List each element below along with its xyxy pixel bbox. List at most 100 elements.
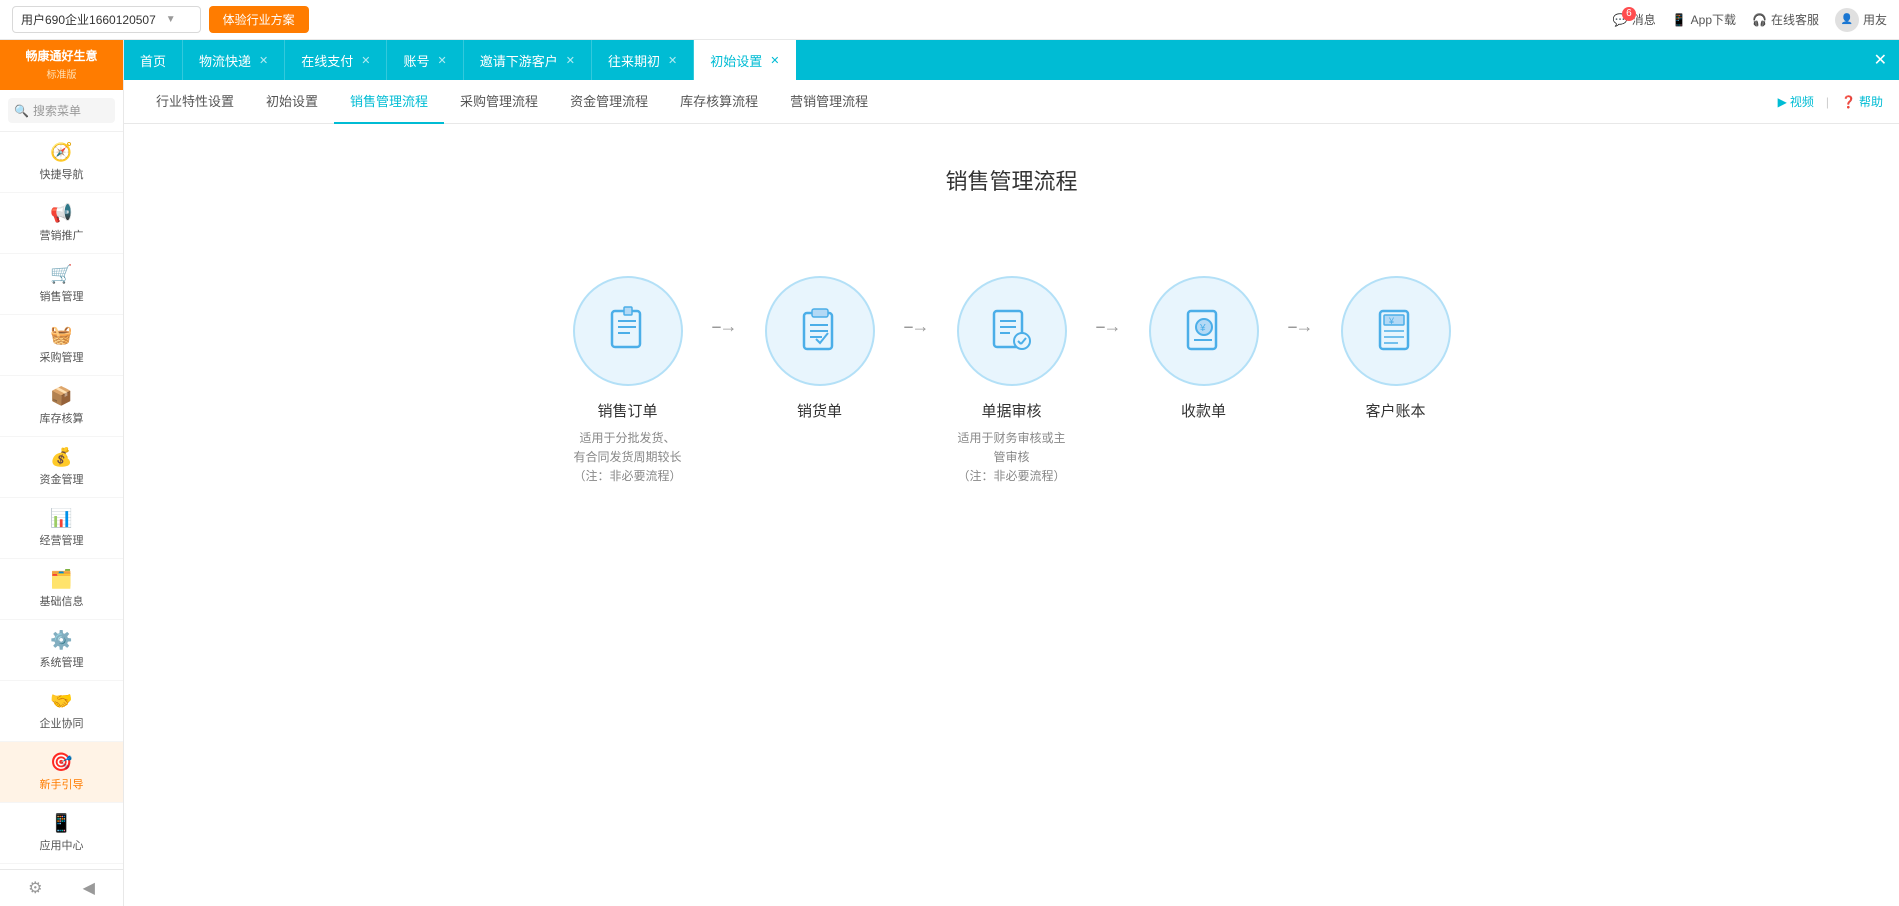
nav-tab-close-period-initial[interactable]: ✕ xyxy=(668,54,677,67)
sub-tab-label-marketing-flow: 营销管理流程 xyxy=(790,94,868,109)
nav-tab-close-online-pay[interactable]: ✕ xyxy=(361,54,370,67)
sidebar-item-inventory[interactable]: 📦 库存核算 xyxy=(0,376,123,437)
nav-tab-label-online-pay: 在线支付 xyxy=(301,51,353,70)
user-avatar-item[interactable]: 👤 用友 xyxy=(1835,8,1887,32)
question-icon: ❓ xyxy=(1841,95,1856,109)
sidebar-item-icon-finance-mgmt: 💰 xyxy=(50,447,72,468)
sidebar-item-icon-marketing-promo: 📢 xyxy=(50,203,72,224)
sub-tabs-right: ▶ 视频 | ❓ 帮助 xyxy=(1778,93,1883,110)
flow-arrow-3: --→ xyxy=(1092,316,1124,337)
app-download-item[interactable]: 📱 App下载 xyxy=(1672,11,1736,28)
sidebar-item-label-app-center: 应用中心 xyxy=(40,837,84,853)
nav-tab-label-logistics: 物流快递 xyxy=(199,51,251,70)
flow-step-doc-review[interactable]: 单据审核 适用于财务审核或主管审核（注：非必要流程） xyxy=(932,276,1092,487)
flow-circle-sales-delivery xyxy=(765,276,875,386)
top-bar-left: 用户690企业1660120507 ▼ 体验行业方案 xyxy=(12,6,309,33)
sidebar-item-marketing-promo[interactable]: 📢 营销推广 xyxy=(0,193,123,254)
sub-tab-label-purchase-flow: 采购管理流程 xyxy=(460,94,538,109)
sidebar-item-label-enterprise-coop: 企业协同 xyxy=(40,715,84,731)
arrow-icon-4: --→ xyxy=(1288,316,1312,337)
flow-step-customer-ledger[interactable]: ¥ 客户账本 xyxy=(1316,276,1476,429)
nav-tabs-close-all[interactable]: ✕ xyxy=(1862,40,1899,80)
sidebar-bottom: ⚙ ◀ xyxy=(0,869,123,906)
collapse-icon[interactable]: ◀ xyxy=(83,878,95,898)
sidebar-item-base-info[interactable]: 🗂️ 基础信息 xyxy=(0,559,123,620)
sidebar-item-label-operation-mgmt: 经营管理 xyxy=(40,532,84,548)
nav-tab-online-pay[interactable]: 在线支付 ✕ xyxy=(285,40,387,80)
sidebar-item-label-sys-mgmt: 系统管理 xyxy=(40,654,84,670)
sub-tab-industry-settings[interactable]: 行业特性设置 xyxy=(140,79,250,124)
sub-tab-sales-flow[interactable]: 销售管理流程 xyxy=(334,79,444,124)
sub-tab-label-industry-settings: 行业特性设置 xyxy=(156,94,234,109)
flow-arrow-2: --→ xyxy=(900,316,932,337)
headset-icon: 🎧 xyxy=(1752,13,1767,27)
nav-tab-close-account[interactable]: ✕ xyxy=(438,54,447,67)
svg-text:¥: ¥ xyxy=(1199,323,1206,334)
trial-btn[interactable]: 体验行业方案 xyxy=(209,6,309,33)
sidebar-item-label-purchase-mgmt: 采购管理 xyxy=(40,349,84,365)
sub-tab-capital-flow[interactable]: 资金管理流程 xyxy=(554,79,664,124)
arrow-icon-2: --→ xyxy=(904,316,928,337)
sidebar-item-sys-mgmt[interactable]: ⚙️ 系统管理 xyxy=(0,620,123,681)
video-link[interactable]: ▶ 视频 xyxy=(1778,93,1814,110)
sub-tab-initial-setup[interactable]: 初始设置 xyxy=(250,79,334,124)
sidebar-item-quick-nav[interactable]: 🧭 快捷导航 xyxy=(0,132,123,193)
sidebar-item-operation-mgmt[interactable]: 📊 经营管理 xyxy=(0,498,123,559)
settings-icon[interactable]: ⚙ xyxy=(28,878,42,898)
online-service-item[interactable]: 🎧 在线客服 xyxy=(1752,11,1819,28)
sub-tab-label-inventory-flow: 库存核算流程 xyxy=(680,94,758,109)
sidebar-item-purchase-mgmt[interactable]: 🧺 采购管理 xyxy=(0,315,123,376)
search-input-wrapper[interactable]: 🔍 搜索菜单 xyxy=(8,98,115,123)
sidebar-item-icon-enterprise-coop: 🤝 xyxy=(50,691,72,712)
sidebar-item-label-sales-mgmt: 销售管理 xyxy=(40,288,84,304)
sidebar-items: 🧭 快捷导航 📢 营销推广 🛒 销售管理 🧺 采购管理 📦 库存核算 💰 资金管… xyxy=(0,132,123,869)
nav-tab-label-invite-downstream: 邀请下游客户 xyxy=(480,51,558,70)
message-badge: 6 xyxy=(1622,7,1636,21)
sidebar-item-icon-purchase-mgmt: 🧺 xyxy=(50,325,72,346)
top-bar: 用户690企业1660120507 ▼ 体验行业方案 💬 6 消息 📱 App下… xyxy=(0,0,1899,40)
sidebar-item-label-marketing-promo: 营销推广 xyxy=(40,227,84,243)
flow-step-title-customer-ledger: 客户账本 xyxy=(1365,400,1425,421)
nav-tab-invite-downstream[interactable]: 邀请下游客户 ✕ xyxy=(464,40,592,80)
flow-step-receipt[interactable]: ¥ 收款单 xyxy=(1124,276,1284,429)
phone-icon: 📱 xyxy=(1672,13,1687,27)
nav-tab-period-initial[interactable]: 往来期初✕ xyxy=(592,40,694,80)
flow-step-sales-order[interactable]: 销售订单 适用于分批发货、有合同发货周期较长（注：非必要流程） xyxy=(548,276,708,487)
nav-tab-close-logistics[interactable]: ✕ xyxy=(259,54,268,67)
nav-tab-close-invite-downstream[interactable]: ✕ xyxy=(566,54,575,67)
page-title: 销售管理流程 xyxy=(164,164,1859,196)
sub-tab-label-capital-flow: 资金管理流程 xyxy=(570,94,648,109)
flow-step-sales-delivery[interactable]: 销货单 xyxy=(740,276,900,429)
nav-tab-account[interactable]: 账号 ✕ xyxy=(387,40,463,80)
flow-step-desc-sales-order: 适用于分批发货、有合同发货周期较长（注：非必要流程） xyxy=(573,429,681,487)
flow-step-title-receipt: 收款单 xyxy=(1181,400,1226,421)
nav-tab-close-initial-setup[interactable]: ✕ xyxy=(770,54,779,67)
nav-tab-label-home: 首页 xyxy=(140,51,166,70)
sidebar-item-app-center[interactable]: 📱 应用中心 xyxy=(0,803,123,864)
svg-text:¥: ¥ xyxy=(1388,316,1395,326)
flow-step-desc-doc-review: 适用于财务审核或主管审核（注：非必要流程） xyxy=(957,429,1065,487)
help-link[interactable]: ❓ 帮助 xyxy=(1841,93,1883,110)
sidebar-search[interactable]: 🔍 搜索菜单 xyxy=(0,90,123,132)
nav-tab-label-account: 账号 xyxy=(403,51,429,70)
nav-tab-home[interactable]: 首页 xyxy=(124,40,183,80)
search-icon: 🔍 xyxy=(14,104,29,118)
help-label: 帮助 xyxy=(1859,93,1883,110)
sub-tab-marketing-flow[interactable]: 营销管理流程 xyxy=(774,79,884,124)
flow-arrow-4: --→ xyxy=(1284,316,1316,337)
sidebar-item-label-quick-nav: 快捷导航 xyxy=(40,166,84,182)
sub-tab-inventory-flow[interactable]: 库存核算流程 xyxy=(664,79,774,124)
flow-circle-receipt: ¥ xyxy=(1149,276,1259,386)
sub-tabs: 行业特性设置 初始设置销售管理流程 采购管理流程 资金管理流程 库存核算流程 营销管理流程 xyxy=(140,79,884,124)
nav-tab-logistics[interactable]: 物流快递 ✕ xyxy=(183,40,285,80)
sidebar-item-finance-mgmt[interactable]: 💰 资金管理 xyxy=(0,437,123,498)
flow-circle-doc-review xyxy=(957,276,1067,386)
sidebar-item-sales-mgmt[interactable]: 🛒 销售管理 xyxy=(0,254,123,315)
sidebar-item-enterprise-coop[interactable]: 🤝 企业协同 xyxy=(0,681,123,742)
sub-tab-purchase-flow[interactable]: 采购管理流程 xyxy=(444,79,554,124)
sidebar-item-new-guide[interactable]: 🎯 新手引导 xyxy=(0,742,123,803)
nav-tab-initial-setup[interactable]: 初始设置✕ xyxy=(694,40,796,80)
message-item[interactable]: 💬 6 消息 xyxy=(1613,11,1656,28)
user-selector[interactable]: 用户690企业1660120507 ▼ xyxy=(12,6,201,33)
flow-circle-customer-ledger: ¥ xyxy=(1341,276,1451,386)
